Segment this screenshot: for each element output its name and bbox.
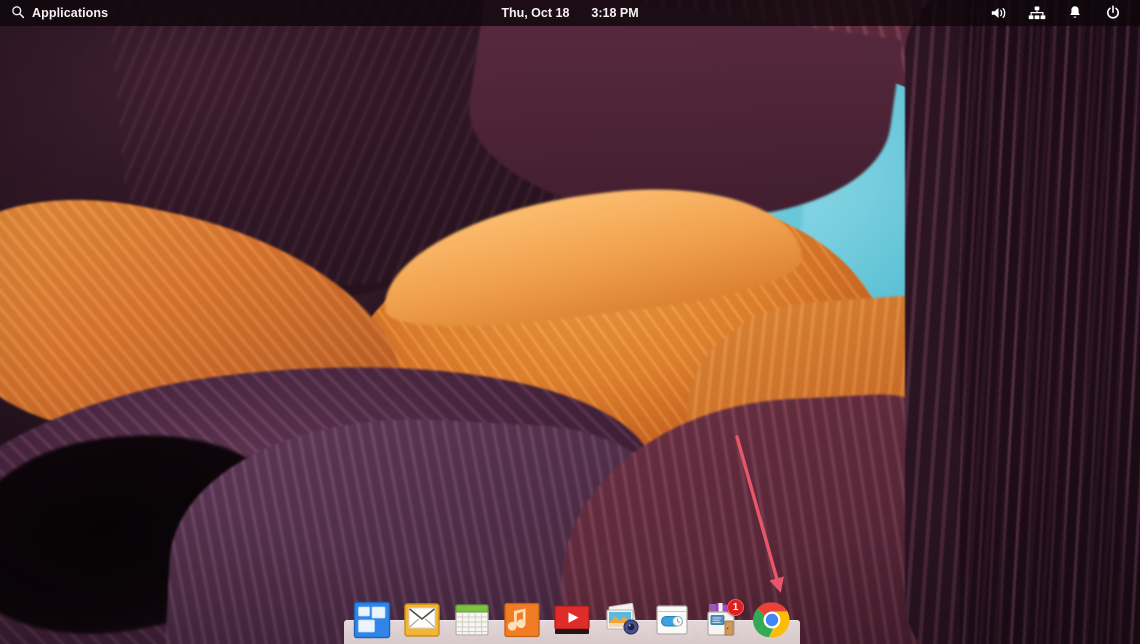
dock-item-calendar[interactable] [451, 600, 493, 644]
desktop-wallpaper[interactable] [0, 0, 1140, 644]
top-panel: Applications Thu, Oct 18 3:18 PM [0, 0, 1140, 26]
applications-menu-button[interactable]: Applications [0, 5, 108, 22]
panel-clock[interactable]: Thu, Oct 18 3:18 PM [0, 0, 1140, 26]
calendar-icon [453, 601, 491, 639]
photos-icon [603, 601, 641, 639]
dock-item-files[interactable] [351, 600, 393, 644]
panel-time-label: 3:18 PM [591, 6, 639, 20]
files-icon [353, 601, 391, 639]
system-tray [990, 4, 1140, 22]
appcenter-badge: 1 [727, 599, 744, 616]
music-icon [503, 601, 541, 639]
settings-icon [653, 601, 691, 639]
google-chrome-icon [753, 601, 791, 639]
dock-item-mail[interactable] [401, 600, 443, 644]
power-icon[interactable] [1104, 4, 1122, 22]
videos-icon [553, 601, 591, 639]
appcenter-icon: 1 [703, 599, 744, 639]
network-icon[interactable] [1028, 4, 1046, 22]
search-icon [11, 5, 25, 22]
dock-item-appcenter[interactable]: 1 [701, 599, 744, 644]
dock-item-music[interactable] [501, 600, 543, 644]
notifications-icon[interactable] [1066, 4, 1084, 22]
dock-item-photos[interactable] [601, 600, 643, 644]
dock-items: 1 [344, 594, 800, 644]
applications-menu-label: Applications [32, 6, 109, 20]
dock-item-videos[interactable] [551, 600, 593, 644]
dock-item-settings[interactable] [651, 600, 693, 644]
volume-icon[interactable] [990, 4, 1008, 22]
mail-icon [403, 601, 441, 639]
dock-item-chrome[interactable] [751, 600, 793, 644]
panel-date-label: Thu, Oct 18 [501, 6, 570, 20]
wallpaper-vignette [0, 0, 1140, 644]
